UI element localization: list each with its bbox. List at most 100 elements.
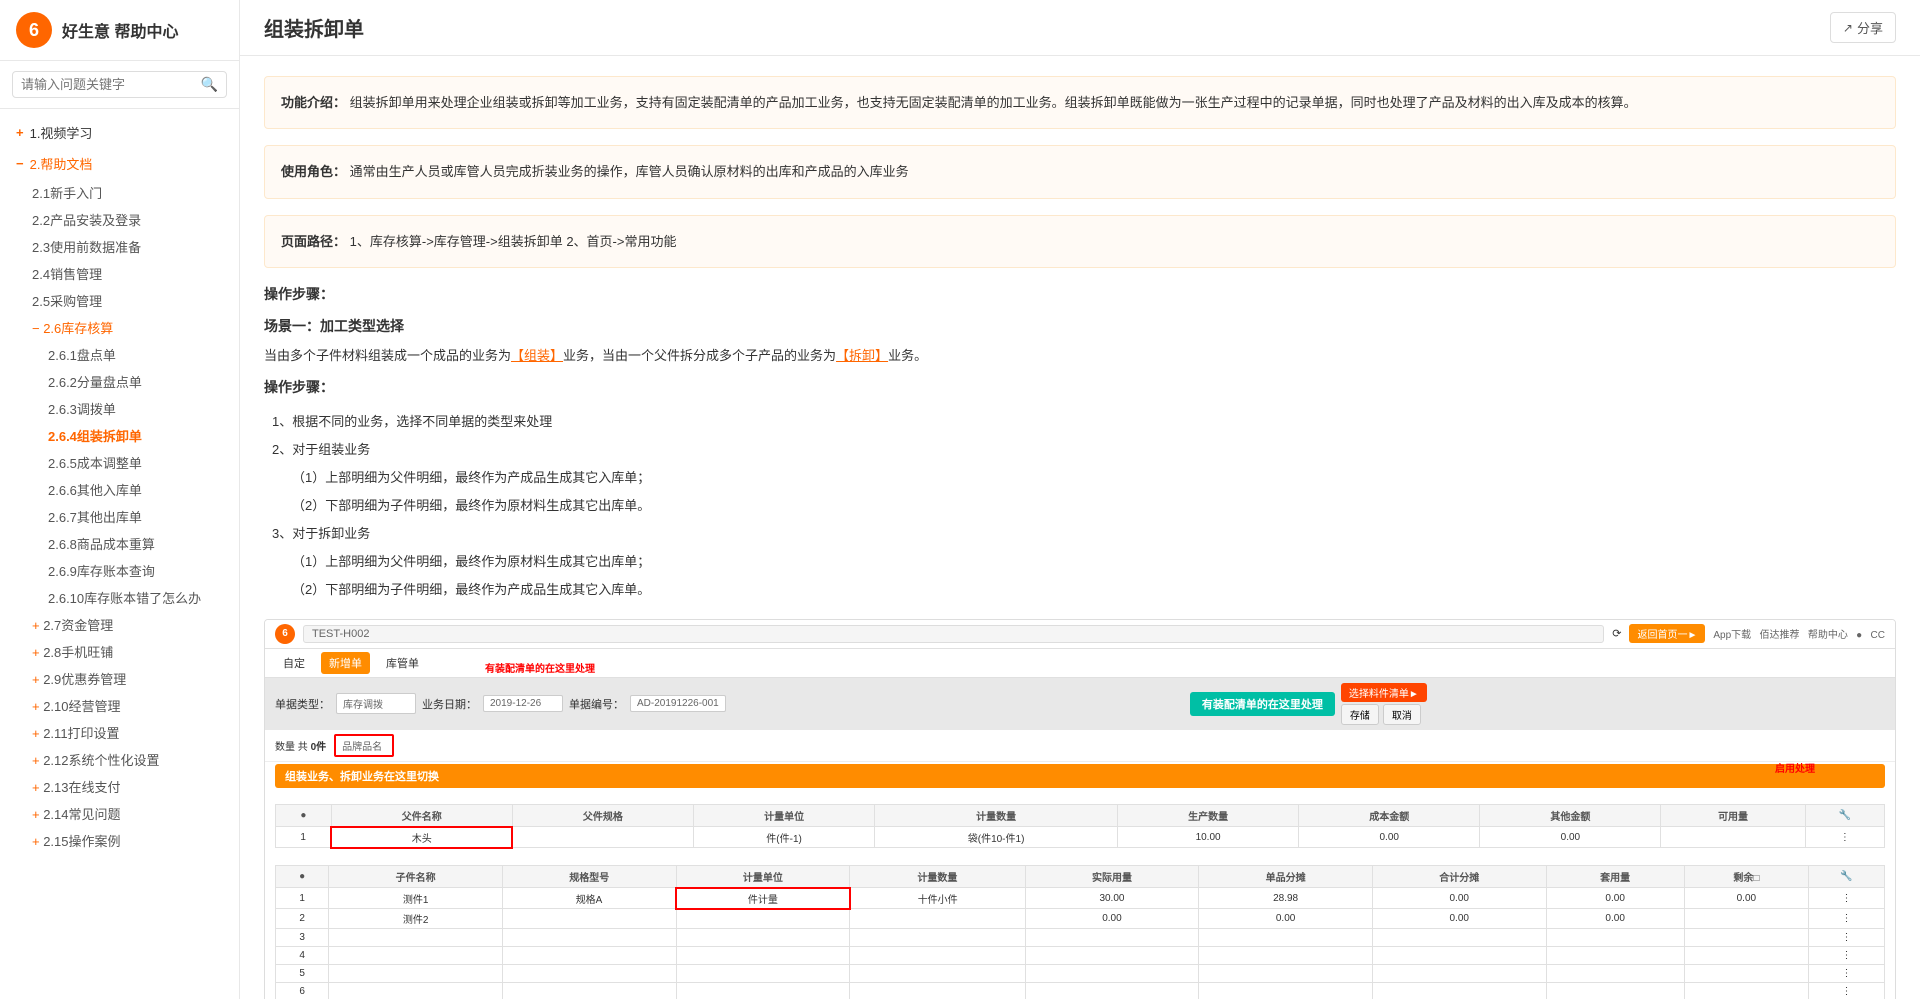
mock-th-7: 成本金额: [1299, 804, 1480, 827]
mock-type-field[interactable]: 库存调拨: [336, 693, 416, 714]
mock-lower-cell-1-single: 28.98: [1199, 888, 1373, 909]
mock-lower-cell-2-name: 测件2: [329, 909, 503, 929]
mock-upper-cell-check: 1: [276, 827, 332, 848]
mock-upper-cell-qty: 袋(件10-件1): [875, 827, 1118, 848]
sidebar-item-2-5[interactable]: 2.5采购管理: [0, 287, 239, 314]
sidebar-item-2-6-8[interactable]: 2.6.8商品成本重算: [0, 530, 239, 557]
role-label: 使用角色：: [281, 164, 346, 179]
mock-th-5: 计量数量: [875, 804, 1118, 827]
sidebar-item-2-6-3[interactable]: 2.6.3调拨单: [0, 395, 239, 422]
mock-url-bar: TEST-H002: [303, 625, 1604, 643]
mock-qty-label: 数量 共 0件: [275, 738, 326, 753]
sidebar-item-2-6-5[interactable]: 2.6.5成本调整单: [0, 449, 239, 476]
sidebar-item-2-15[interactable]: + 2.15操作案例: [0, 827, 239, 854]
sidebar-label-1: 1.视频学习: [30, 123, 93, 142]
mock-number-field[interactable]: AD-20191226-001: [630, 695, 726, 712]
mock-lower-cell-1-spec: 规格A: [502, 888, 676, 909]
mock-upper-table: ● 父件名称 父件规格 计量单位 计量数量 生产数量 成本金额 其他金额 可用量…: [275, 804, 1885, 849]
mock-lower-cell-1-set: 0.00: [1546, 888, 1684, 909]
share-button[interactable]: ↗ 分享: [1830, 12, 1896, 43]
sidebar-item-2-6-10[interactable]: 2.6.10库存账本错了怎么办: [0, 584, 239, 611]
sidebar-label-2: 2.帮助文档: [30, 154, 93, 173]
mock-lower-table: ● 子件名称 规格型号 计量单位 计量数量 实际用量 单品分摊 合计分摊 套用量…: [275, 865, 1885, 999]
mock-topbar: 6 TEST-H002 ⟳ 返回首页一► App下载 佰达推荐 帮助中心 ● C…: [265, 620, 1895, 649]
mock-upper-table-area: ● 父件名称 父件规格 计量单位 计量数量 生产数量 成本金额 其他金额 可用量…: [265, 796, 1895, 857]
mock-th-9: 可用量: [1661, 804, 1805, 827]
content-area: 功能介绍： 组装拆卸单用来处理企业组装或拆卸等加工业务，支持有固定装配清单的产品…: [240, 56, 1920, 999]
sidebar-item-2-11[interactable]: + 2.11打印设置: [0, 719, 239, 746]
sidebar-item-2-6-9[interactable]: 2.6.9库存账本查询: [0, 557, 239, 584]
mock-save-btn[interactable]: 存储: [1341, 704, 1379, 725]
mock-refresh-icon: ⟳: [1612, 627, 1621, 640]
screenshot-container: 6 TEST-H002 ⟳ 返回首页一► App下载 佰达推荐 帮助中心 ● C…: [264, 619, 1896, 999]
sidebar-item-2-4[interactable]: 2.4销售管理: [0, 260, 239, 287]
mock-th-8: 其他金额: [1480, 804, 1661, 827]
mock-home-btn[interactable]: 返回首页一►: [1629, 624, 1705, 643]
mock-tab-custom[interactable]: 自定: [275, 652, 313, 674]
mock-banner-row: 组装业务、拆卸业务在这里切换 启用处理: [265, 762, 1895, 796]
mock-pinpai-field[interactable]: 品牌品名: [334, 734, 394, 757]
sidebar-item-2-3[interactable]: 2.3使用前数据准备: [0, 233, 239, 260]
mock-lower-cell-1-remain: 0.00: [1684, 888, 1808, 909]
expand-icon-2: −: [16, 156, 24, 171]
sidebar-item-2-12[interactable]: + 2.12系统个性化设置: [0, 746, 239, 773]
mock-lth-6: 单品分摊: [1199, 865, 1373, 888]
mock-cancel-btn[interactable]: 取消: [1383, 704, 1421, 725]
sidebar-item-video[interactable]: + 1.视频学习: [0, 117, 239, 148]
sidebar-item-2-6-1[interactable]: 2.6.1盘点单: [0, 341, 239, 368]
sidebar-item-2-9[interactable]: + 2.9优惠券管理: [0, 665, 239, 692]
sidebar-item-2-2[interactable]: 2.2产品安装及登录: [0, 206, 239, 233]
search-box[interactable]: 🔍: [12, 71, 227, 98]
expand-icon-1: +: [16, 125, 24, 140]
scenario1-title: 场景一：加工类型选择: [264, 316, 1896, 336]
mock-tab-kuguan[interactable]: 库管单: [378, 652, 427, 674]
sidebar-item-2-6-4[interactable]: 2.6.4组装拆卸单: [0, 422, 239, 449]
mock-lth-9: 剩余□: [1684, 865, 1808, 888]
mock-date-field[interactable]: 2019-12-26: [483, 695, 563, 712]
mock-lower-row-4: 4⋮: [276, 947, 1885, 965]
sidebar-item-2-13[interactable]: + 2.13在线支付: [0, 773, 239, 800]
sidebar-item-2-10[interactable]: + 2.10经营管理: [0, 692, 239, 719]
sidebar-item-2-6[interactable]: − 2.6库存核算: [0, 314, 239, 341]
sidebar-item-2-6-7[interactable]: 2.6.7其他出库单: [0, 503, 239, 530]
mock-th-3: 父件规格: [512, 804, 693, 827]
search-input[interactable]: [21, 77, 201, 92]
scenario1-desc: 当由多个子件材料组装成一个成品的业务为【组装】业务，当由一个父件拆分成多个子产品…: [264, 344, 1896, 369]
mock-th-4: 计量单位: [694, 804, 875, 827]
mock-tab-new[interactable]: 新增单: [321, 652, 370, 674]
mock-date-label: 业务日期：: [422, 696, 477, 712]
step2-sub1: （1）上部明细为父件明细，最终作为产成品生成其它入库单；: [272, 465, 1896, 491]
sidebar: 6 好生意 帮助中心 🔍 + 1.视频学习 − 2.帮助文档 2.1新手入门 2…: [0, 0, 240, 999]
mock-green-banner: 有装配清单的在这里处理: [1190, 692, 1335, 716]
mock-upper-row-1: 1 木头 件(件-1) 袋(件10-件1) 10.00 0.00 0.00 ⋮: [276, 827, 1885, 848]
sidebar-item-2-6-6[interactable]: 2.6.6其他入库单: [0, 476, 239, 503]
sidebar-item-docs[interactable]: − 2.帮助文档: [0, 148, 239, 179]
sidebar-item-2-7[interactable]: + 2.7资金管理: [0, 611, 239, 638]
sidebar-item-2-14[interactable]: + 2.14常见问题: [0, 800, 239, 827]
mock-top-icons: App下载 佰达推荐 帮助中心 ● CC: [1713, 626, 1885, 641]
intro-box: 功能介绍： 组装拆卸单用来处理企业组装或拆卸等加工业务，支持有固定装配清单的产品…: [264, 76, 1896, 129]
sidebar-item-2-6-2[interactable]: 2.6.2分量盘点单: [0, 368, 239, 395]
role-box: 使用角色： 通常由生产人员或库管人员完成折装业务的操作，库管人员确认原材料的出库…: [264, 145, 1896, 198]
mock-number-label: 单据编号：: [569, 696, 624, 712]
mock-upper-cell-avail: [1661, 827, 1805, 848]
screenshot-inner: 6 TEST-H002 ⟳ 返回首页一► App下载 佰达推荐 帮助中心 ● C…: [265, 620, 1895, 999]
mock-th-10: 🔧: [1805, 804, 1884, 827]
page-title: 组装拆卸单: [264, 13, 364, 42]
sidebar-item-2-1[interactable]: 2.1新手入门: [0, 179, 239, 206]
mock-lth-0: ●: [276, 865, 329, 888]
sidebar-item-2-8[interactable]: + 2.8手机旺铺: [0, 638, 239, 665]
path-text: 1、库存核算->库存管理->组装拆卸单 2、首页->常用功能: [350, 234, 677, 249]
mock-th-1: ●: [276, 804, 332, 827]
mock-orange-banner: 组装业务、拆卸业务在这里切换: [275, 764, 1885, 788]
logo-area: 6 好生意 帮助中心: [0, 0, 239, 61]
role-text: 通常由生产人员或库管人员完成折装业务的操作，库管人员确认原材料的出库和产成品的入…: [350, 164, 909, 179]
mock-select-btn[interactable]: 选择料件清单►: [1341, 683, 1427, 702]
mock-lower-cell-1-unit: 件计量: [676, 888, 850, 909]
search-icon[interactable]: 🔍: [201, 76, 218, 93]
main-content: 组装拆卸单 ↗ 分享 功能介绍： 组装拆卸单用来处理企业组装或拆卸等加工业务，支…: [240, 0, 1920, 999]
mock-upper-cell-action[interactable]: ⋮: [1805, 827, 1884, 848]
search-area: 🔍: [0, 61, 239, 109]
mock-lower-row-1: 1 测件1 规格A 件计量 十件小件 30.00 28.98 0.00 0.00…: [276, 888, 1885, 909]
logo-icon: 6: [16, 12, 52, 48]
